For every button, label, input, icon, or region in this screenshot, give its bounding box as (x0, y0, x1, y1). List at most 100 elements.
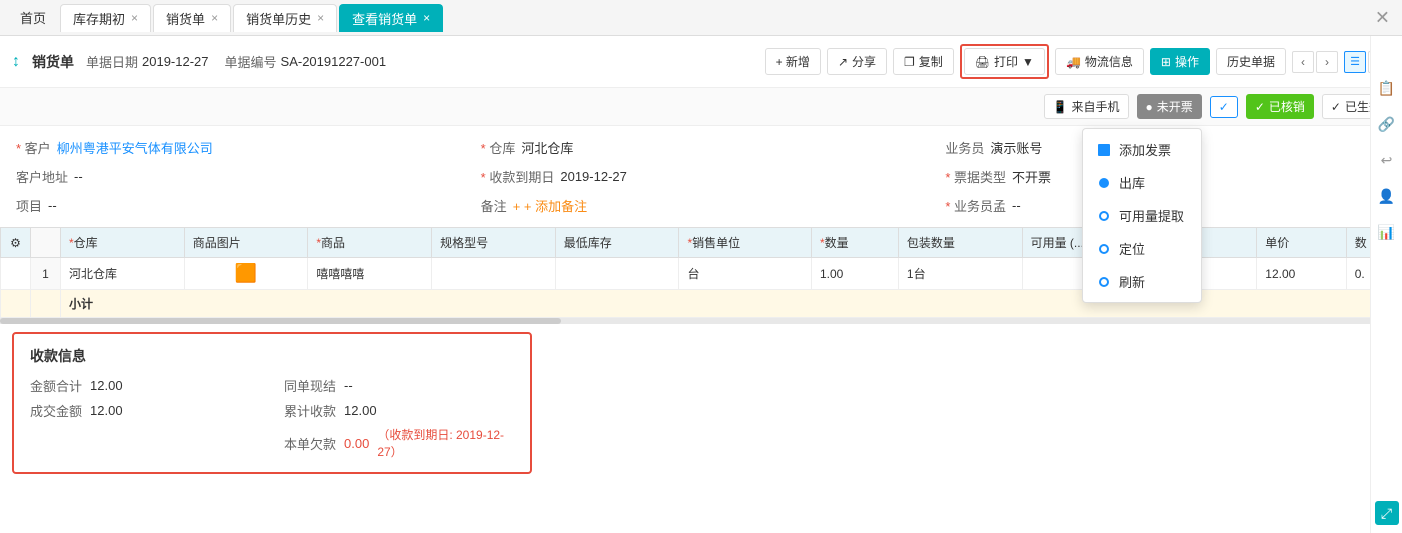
address-value: -- (74, 169, 83, 184)
add-button[interactable]: + 新增 (765, 48, 821, 75)
summary-section: 收款信息 金额合计 12.00 同单现结 -- 成交金额 12.00 累计收款 … (12, 332, 532, 474)
subtotal-rownum (31, 290, 61, 318)
window-close-icon[interactable]: ✕ (1375, 7, 1390, 28)
cumulative-value: 12.00 (344, 403, 377, 418)
share-label: 分享 (852, 53, 876, 70)
locate-label: 定位 (1119, 239, 1145, 258)
notes-add[interactable]: + + 添加备注 (513, 196, 587, 215)
tab-sales-order[interactable]: 销货单 × (153, 4, 231, 32)
col-minstock: 最低库存 (555, 228, 679, 258)
row-unitprice: 12.00 (1257, 258, 1346, 290)
operations-icon: ⊞ (1161, 55, 1171, 69)
sidebar-link-icon[interactable]: 🔗 (1375, 112, 1399, 136)
warehouse-field: 仓库 河北仓库 (481, 138, 922, 157)
col-spec: 规格型号 (432, 228, 556, 258)
tab-sales-close[interactable]: × (211, 11, 218, 25)
phone-label: 来自手机 (1072, 98, 1120, 115)
refresh-icon (1097, 275, 1111, 289)
print-button[interactable]: 🖨 打印 ▼ (964, 48, 1045, 75)
next-arrow[interactable]: › (1316, 51, 1338, 73)
add-invoice-label: 添加发票 (1119, 140, 1171, 159)
history-button[interactable]: 历史单据 (1216, 48, 1286, 75)
main-area: ↕ 销货单 单据日期 2019-12-27 单据编号 SA-20191227-0… (0, 36, 1402, 533)
address-field: 客户地址 -- (16, 167, 457, 186)
col-unitprice: 单价 (1257, 228, 1346, 258)
logistics-button[interactable]: 🚚 物流信息 (1055, 48, 1144, 75)
row-num: 1 (31, 258, 61, 290)
confirm-button[interactable]: ✓ (1210, 96, 1238, 118)
customer-value[interactable]: 柳州粤港平安气体有限公司 (57, 138, 213, 157)
add-invoice-item[interactable]: 添加发票 (1083, 133, 1201, 166)
horizontal-scrollbar[interactable] (0, 318, 1402, 324)
ticket-type-label: 票据类型 (945, 167, 1006, 186)
prev-arrow[interactable]: ‹ (1292, 51, 1314, 73)
col-quantity: *数量 (812, 228, 899, 258)
project-value: -- (48, 198, 57, 213)
scroll-thumb (0, 318, 561, 324)
confirm-icon: ✓ (1219, 100, 1229, 114)
col-rownum (31, 228, 61, 258)
sidebar-expand-icon[interactable]: ⤢ (1375, 501, 1399, 525)
notes-field: 备注 + + 添加备注 (481, 196, 922, 215)
tab-sales-history[interactable]: 销货单历史 × (233, 4, 337, 32)
number-label: 单据编号 (225, 52, 277, 71)
payment-date-label: 收款到期日 (481, 167, 555, 186)
cumulative-receipt-row: 累计收款 12.00 (284, 401, 514, 420)
refresh-label: 刷新 (1119, 272, 1145, 291)
summary-title: 收款信息 (30, 346, 514, 366)
cancelled-button[interactable]: ✓ 已核销 (1246, 94, 1314, 119)
tab-home-label: 首页 (20, 8, 46, 27)
deal-amount-value: 12.00 (90, 403, 123, 418)
sidebar-chart-icon[interactable]: 📊 (1375, 220, 1399, 244)
print-label: 打印 (994, 53, 1018, 70)
top-toolbar: ↕ 销货单 单据日期 2019-12-27 单据编号 SA-20191227-0… (0, 36, 1402, 88)
sales-staff-label: 业务员孟 (945, 196, 1006, 215)
copy-label: 复制 (919, 53, 943, 70)
available-pickup-icon (1097, 209, 1111, 223)
staff-label: 业务员 (945, 138, 984, 157)
tab-history-close[interactable]: × (317, 11, 324, 25)
logistics-icon: 🚚 (1066, 55, 1081, 69)
operations-button[interactable]: ⊞ 操作 (1150, 48, 1210, 75)
tab-view-close[interactable]: × (423, 11, 430, 25)
sidebar-user-icon[interactable]: 👤 (1375, 184, 1399, 208)
arrears-label: 本单欠款 (284, 434, 336, 453)
tab-inventory-init[interactable]: 库存期初 × (60, 4, 151, 32)
arrears-row: 本单欠款 0.00 （收款到期日: 2019-12-27） (284, 426, 514, 460)
share-button[interactable]: ↗ 分享 (827, 48, 887, 75)
row-product: 嘻嘻嘻嘻 (308, 258, 432, 290)
available-pickup-item[interactable]: 可用量提取 (1083, 199, 1201, 232)
summary-grid: 金额合计 12.00 同单现结 -- 成交金额 12.00 累计收款 12.00… (30, 376, 514, 460)
locate-item[interactable]: 定位 (1083, 232, 1201, 265)
payment-date-value: 2019-12-27 (560, 169, 627, 184)
notes-label: 备注 (481, 196, 507, 215)
total-amount-row: 金额合计 12.00 (30, 376, 260, 395)
ticket-type-value: 不开票 (1012, 167, 1051, 186)
tab-home[interactable]: 首页 (8, 4, 58, 32)
sales-staff-value: -- (1012, 198, 1021, 213)
refresh-item[interactable]: 刷新 (1083, 265, 1201, 298)
doc-icon: ↕ (12, 53, 20, 71)
doc-date-group: 单据日期 2019-12-27 (86, 52, 209, 71)
phone-button[interactable]: 📱 来自手机 (1044, 94, 1129, 119)
history-label: 历史单据 (1227, 53, 1275, 70)
tab-inventory-close[interactable]: × (131, 11, 138, 25)
tab-bar: 首页 库存期初 × 销货单 × 销货单历史 × 查看销货单 × ✕ (0, 0, 1402, 36)
print-icon: 🖨 (975, 55, 990, 69)
sidebar-return-icon[interactable]: ↩ (1375, 148, 1399, 172)
row-warehouse: 河北仓库 (61, 258, 185, 290)
effective-check-icon: ✓ (1331, 100, 1341, 114)
not-opened-button[interactable]: ● 未开票 (1137, 94, 1202, 119)
view-list-btn[interactable]: ☰ (1344, 51, 1366, 73)
sidebar-clipboard-icon[interactable]: 📋 (1375, 76, 1399, 100)
right-sidebar: 📋 🔗 ↩ 👤 📊 ⤢ (1370, 36, 1402, 533)
share-icon: ↗ (838, 55, 848, 69)
copy-button[interactable]: ❐ 复制 (893, 48, 954, 75)
outbound-item[interactable]: 出库 (1083, 166, 1201, 199)
col-settings[interactable]: ⚙ (1, 228, 31, 258)
not-opened-label: 未开票 (1157, 98, 1193, 115)
add-invoice-icon (1097, 143, 1111, 157)
row-salesunit: 台 (679, 258, 812, 290)
warehouse-value: 河北仓库 (521, 138, 573, 157)
tab-view-sales[interactable]: 查看销货单 × (339, 4, 443, 32)
